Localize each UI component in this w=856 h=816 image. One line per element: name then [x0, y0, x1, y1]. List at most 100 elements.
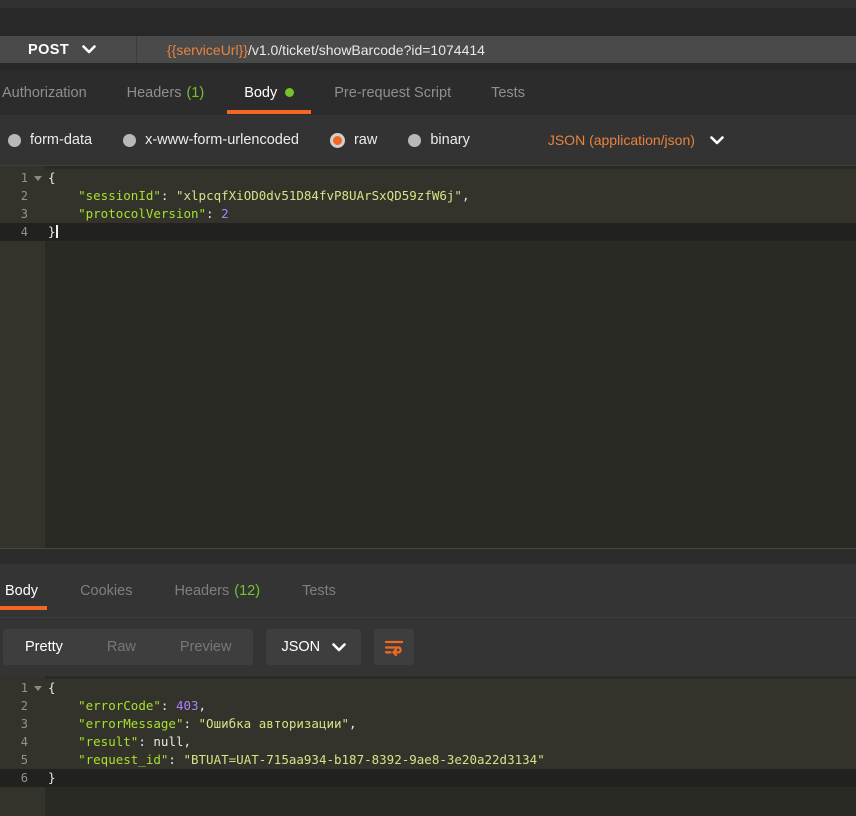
tab-label: Tests	[302, 582, 336, 599]
code-line[interactable]: 3 "errorMessage": "Ошибка авторизации",	[0, 715, 856, 733]
request-body-editor[interactable]: 1{2 "sessionId": "xlpcqfXiOD0dv51D84fvP8…	[0, 166, 856, 548]
request-url-bar: POST {{serviceUrl}}/v1.0/ticket/showBarc…	[0, 36, 856, 63]
line-number: 1	[20, 681, 28, 695]
wrap-lines-button[interactable]	[374, 629, 415, 665]
code-line[interactable]: 2 "sessionId": "xlpcqfXiOD0dv51D84fvP8UA…	[0, 187, 856, 205]
radio-icon	[123, 133, 137, 147]
url-input[interactable]: {{serviceUrl}}/v1.0/ticket/showBarcode?i…	[137, 36, 856, 63]
code-text: {	[48, 170, 56, 185]
format-label: JSON	[281, 639, 321, 655]
radio-binary[interactable]: binary	[408, 132, 470, 148]
radio-icon	[8, 133, 21, 147]
view-mode-label: Raw	[106, 639, 136, 655]
tab-count-badge: (12)	[234, 582, 261, 599]
radio-form-data[interactable]: form-data	[8, 132, 92, 148]
tab-body[interactable]: Body	[0, 564, 48, 617]
line-number: 2	[20, 189, 28, 203]
gutter-cell: 4	[0, 733, 45, 751]
view-mode-label: Pretty	[25, 639, 63, 655]
code-line[interactable]: 5 "request_id": "BTUAT=UAT-715aa934-b187…	[0, 751, 856, 769]
line-number: 3	[20, 207, 28, 221]
code-line[interactable]: 1{	[0, 679, 856, 697]
spacer	[0, 63, 856, 70]
line-number: 2	[20, 699, 28, 713]
view-mode-raw[interactable]: Raw	[85, 629, 158, 665]
content-type-selector[interactable]: JSON (application/json)	[548, 132, 724, 148]
view-mode-label: Preview	[179, 639, 232, 655]
radio-label: raw	[353, 132, 378, 148]
response-toolbar: Pretty Raw Preview JSON	[0, 617, 856, 676]
gutter-cell: 1	[0, 679, 45, 697]
radio-raw[interactable]: raw	[329, 132, 378, 148]
method-selector[interactable]: POST	[0, 36, 137, 63]
line-number: 6	[20, 771, 28, 785]
tab-headers[interactable]: Headers (1)	[127, 70, 205, 115]
request-tabs: Authorization Headers (1) Body Pre-request S…	[0, 70, 856, 115]
chevron-down-icon	[710, 135, 724, 144]
response-panel: Body Cookies Headers (12) Tests Pretty Raw Pre…	[0, 564, 856, 816]
tab-label: Body	[5, 582, 39, 599]
tab-authorization[interactable]: Authorization	[2, 70, 87, 115]
gutter-cell: 5	[0, 751, 45, 769]
code-text: "request_id": "BTUAT=UAT-715aa934-b187-8…	[78, 752, 545, 767]
gutter-cell: 2	[0, 697, 45, 715]
gutter-cell: 3	[0, 205, 45, 223]
view-mode-switch: Pretty Raw Preview	[3, 629, 254, 665]
fold-triangle-down-icon[interactable]	[34, 686, 42, 691]
response-body-editor[interactable]: 1{2 "errorCode": 403, 3 "errorMessage": "…	[0, 676, 856, 816]
line-number: 1	[20, 171, 28, 185]
green-dot-icon	[285, 88, 295, 97]
gutter-cell: 6	[0, 769, 45, 787]
format-selector[interactable]: JSON	[266, 629, 362, 665]
tab-tests[interactable]: Tests	[491, 70, 525, 115]
radio-label: binary	[430, 132, 470, 148]
code-line[interactable]: 3 "protocolVersion": 2	[0, 205, 856, 223]
radio-label: form-data	[30, 132, 93, 148]
code-text: "errorCode": 403,	[78, 698, 207, 713]
code-line[interactable]: 6}	[0, 769, 856, 787]
tab-label: Tests	[491, 84, 525, 101]
tab-tests[interactable]: Tests	[302, 564, 336, 617]
radio-x-www-form-urlencoded[interactable]: x-www-form-urlencoded	[123, 132, 299, 148]
panel-divider[interactable]	[0, 548, 856, 564]
line-number: 4	[20, 735, 28, 749]
code-line[interactable]: 2 "errorCode": 403,	[0, 697, 856, 715]
chevron-down-icon	[82, 45, 96, 54]
wrap-lines-icon	[384, 640, 404, 657]
tab-pre-request-script[interactable]: Pre-request Script	[334, 70, 451, 115]
gutter-cell: 2	[0, 187, 45, 205]
line-number: 5	[20, 753, 28, 767]
body-type-radio-group: form-data x-www-form-urlencoded raw binary	[8, 132, 501, 148]
tab-body[interactable]: Body	[227, 70, 312, 115]
view-mode-preview[interactable]: Preview	[158, 629, 254, 665]
code-line[interactable]: 4}	[0, 223, 856, 241]
code-text: "result": null,	[78, 734, 192, 749]
code-text: }	[48, 224, 58, 239]
code-text: "protocolVersion": 2	[78, 206, 229, 221]
tab-label: Headers	[126, 84, 182, 101]
window-chrome-strip	[0, 0, 856, 8]
body-type-row: form-data x-www-form-urlencoded raw binary …	[0, 115, 856, 166]
radio-selected-icon	[329, 132, 345, 148]
code-text: {	[48, 680, 56, 695]
code-line[interactable]: 4 "result": null,	[0, 733, 856, 751]
radio-icon	[408, 133, 422, 147]
line-number: 3	[20, 717, 28, 731]
tab-headers[interactable]: Headers (12)	[174, 564, 260, 617]
tab-cookies[interactable]: Cookies	[80, 564, 132, 617]
code-text: "errorMessage": "Ошибка авторизации",	[78, 716, 357, 731]
text-cursor	[55, 225, 58, 238]
tab-label: Authorization	[2, 84, 87, 101]
url-variable: {{serviceUrl}}	[167, 41, 248, 58]
fold-triangle-down-icon[interactable]	[34, 176, 42, 181]
chevron-down-icon	[332, 642, 346, 651]
line-number: 4	[20, 225, 28, 239]
code-text: }	[48, 770, 56, 785]
tab-label: Body	[244, 84, 278, 101]
tab-label: Headers	[174, 582, 230, 599]
code-line[interactable]: 1{	[0, 169, 856, 187]
method-label: POST	[28, 41, 70, 58]
view-mode-pretty[interactable]: Pretty	[3, 629, 85, 665]
response-tabs: Body Cookies Headers (12) Tests	[0, 564, 856, 617]
tab-label: Cookies	[80, 582, 133, 599]
